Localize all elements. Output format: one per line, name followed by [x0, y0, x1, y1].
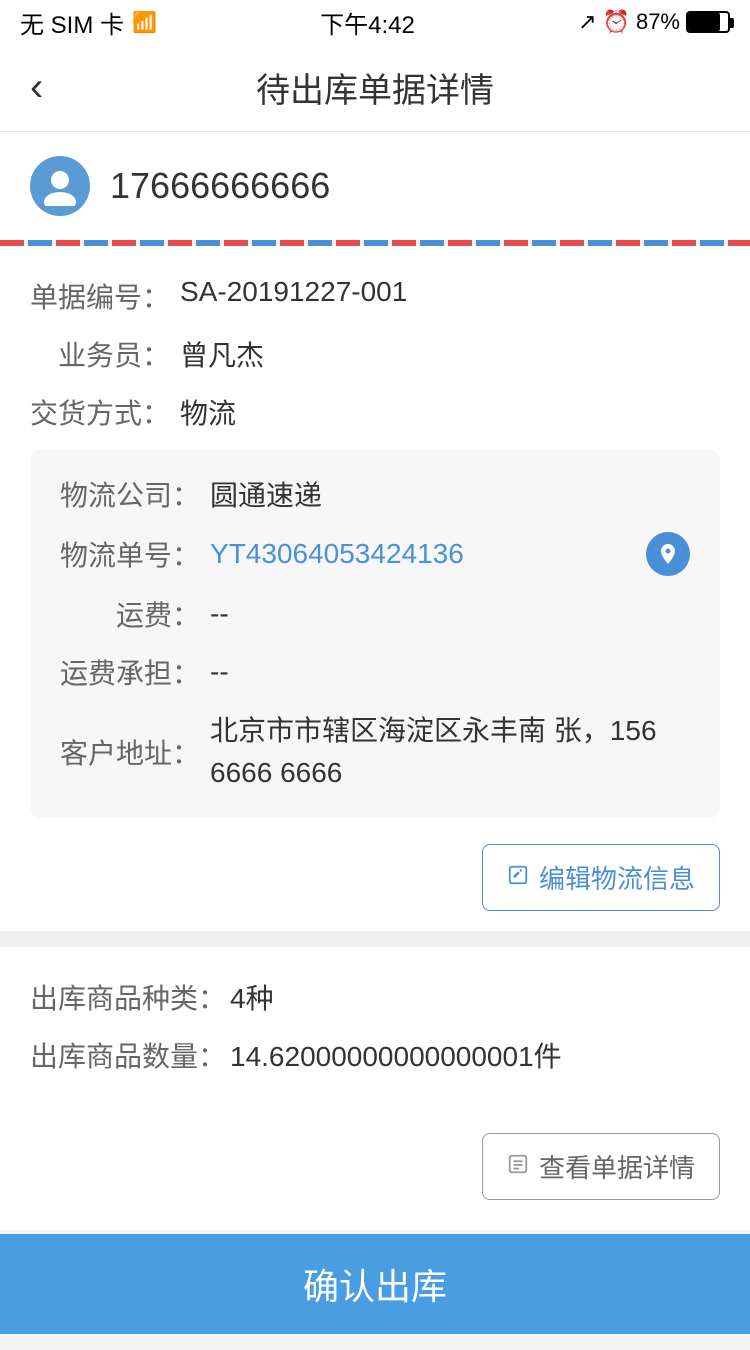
- alarm-icon: ⏰: [603, 9, 630, 35]
- freight-bearer-row: 运费承担： --: [60, 652, 690, 692]
- freight-bearer-value: --: [210, 656, 690, 688]
- carrier-text: 无 SIM 卡: [20, 5, 124, 40]
- freight-value: --: [210, 598, 690, 630]
- logistics-company-row: 物流公司： 圆通速递: [60, 474, 690, 514]
- user-card: 17666666666: [0, 132, 750, 240]
- status-right: ↗ ⏰ 87%: [578, 9, 730, 35]
- goods-quantity-row: 出库商品数量： 14.62000000000000001件: [30, 1035, 720, 1075]
- status-bar: 无 SIM 卡 📶 下午4:42 ↗ ⏰ 87%: [0, 0, 750, 44]
- map-pin-icon: [656, 542, 680, 566]
- wifi-icon: 📶: [132, 10, 157, 35]
- location-icon: ↗: [578, 9, 596, 35]
- user-avatar-svg: [40, 166, 80, 206]
- goods-type-value: 4种: [230, 977, 274, 1017]
- detail-list-icon: [507, 1151, 529, 1182]
- address-label: 客户地址：: [60, 732, 200, 772]
- view-btn-container: 查看单据详情: [0, 1113, 750, 1230]
- nav-bar: ‹ 待出库单据详情: [0, 44, 750, 132]
- confirm-button-label: 确认出库: [303, 1258, 447, 1310]
- logistics-tracking-row: 物流单号： YT43064053424136: [60, 532, 690, 576]
- goods-type-row: 出库商品种类： 4种: [30, 977, 720, 1017]
- gray-separator-1: [0, 931, 750, 947]
- goods-type-label: 出库商品种类：: [30, 977, 230, 1017]
- doc-info-section: 单据编号： SA-20191227-001 业务员： 曾凡杰 交货方式： 物流 …: [0, 246, 750, 931]
- view-detail-label: 查看单据详情: [539, 1148, 695, 1185]
- logistics-company-label: 物流公司：: [60, 474, 200, 514]
- battery-icon: [686, 11, 730, 33]
- sales-person-row: 业务员： 曾凡杰: [30, 334, 720, 374]
- delivery-label: 交货方式：: [30, 392, 170, 432]
- list-icon: [507, 1153, 529, 1175]
- view-detail-button[interactable]: 查看单据详情: [482, 1133, 720, 1200]
- logistics-card: 物流公司： 圆通速递 物流单号： YT43064053424136 运费： --…: [30, 450, 720, 818]
- delivery-value: 物流: [180, 392, 720, 432]
- edit-logistics-button[interactable]: 编辑物流信息: [482, 844, 720, 911]
- address-row: 客户地址： 北京市市辖区海淀区永丰南 张，156 6666 6666: [60, 710, 690, 794]
- sales-person-label: 业务员：: [30, 334, 170, 374]
- doc-no-value: SA-20191227-001: [180, 276, 720, 308]
- freight-label: 运费：: [60, 594, 200, 634]
- edit-pencil-icon: [507, 864, 529, 886]
- logistics-company-value: 圆通速递: [210, 474, 690, 514]
- sales-person-value: 曾凡杰: [180, 334, 720, 374]
- user-phone: 17666666666: [110, 165, 330, 207]
- avatar: [30, 156, 90, 216]
- logistics-tracking-value: YT43064053424136: [210, 538, 630, 570]
- doc-no-label: 单据编号：: [30, 276, 170, 316]
- freight-row: 运费： --: [60, 594, 690, 634]
- back-button[interactable]: ‹: [30, 65, 43, 110]
- status-time: 下午4:42: [320, 5, 415, 40]
- edit-icon: [507, 862, 529, 893]
- battery-percent: 87%: [636, 9, 680, 35]
- confirm-button[interactable]: 确认出库: [0, 1234, 750, 1334]
- edit-logistics-label: 编辑物流信息: [539, 859, 695, 896]
- delivery-row: 交货方式： 物流: [30, 392, 720, 432]
- goods-quantity-value: 14.62000000000000001件: [230, 1035, 562, 1075]
- freight-bearer-label: 运费承担：: [60, 652, 200, 692]
- logistics-tracking-label: 物流单号：: [60, 534, 200, 574]
- page-title: 待出库单据详情: [256, 63, 494, 112]
- goods-quantity-label: 出库商品数量：: [30, 1035, 230, 1075]
- edit-btn-container: 编辑物流信息: [30, 834, 720, 911]
- location-track-button[interactable]: [646, 532, 690, 576]
- doc-no-row: 单据编号： SA-20191227-001: [30, 276, 720, 316]
- address-value: 北京市市辖区海淀区永丰南 张，156 6666 6666: [210, 710, 690, 794]
- status-left: 无 SIM 卡 📶: [20, 5, 157, 40]
- goods-section: 出库商品种类： 4种 出库商品数量： 14.62000000000000001件: [0, 947, 750, 1113]
